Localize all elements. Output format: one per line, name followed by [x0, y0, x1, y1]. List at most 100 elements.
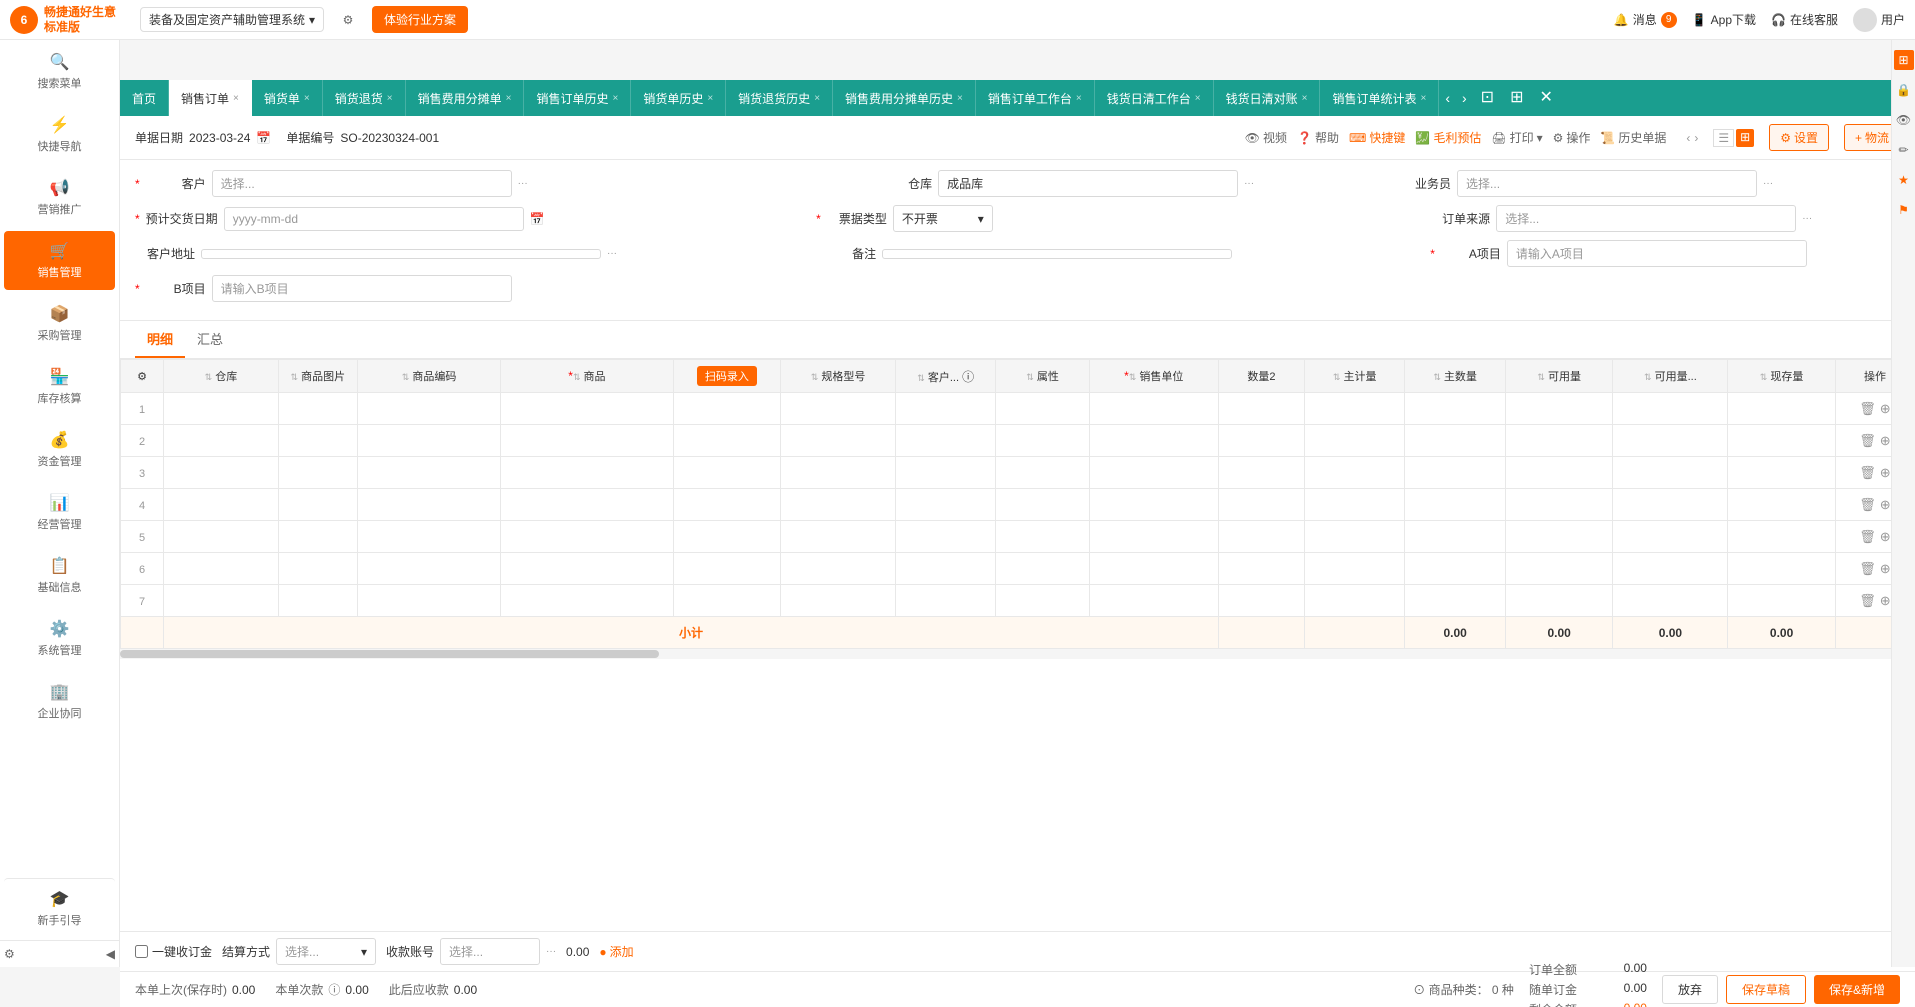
- close-icon[interactable]: ×: [1302, 93, 1308, 104]
- tab-sales-invoice[interactable]: 销货单 ×: [252, 80, 323, 116]
- th-customer-code[interactable]: ⇅ 客户... ⓘ: [895, 360, 995, 393]
- shortcut-action[interactable]: ⌨快捷键: [1349, 129, 1405, 146]
- close-icon[interactable]: ×: [1420, 93, 1426, 104]
- close-icon[interactable]: ×: [233, 93, 239, 104]
- add-payment-btn[interactable]: ● 添加: [599, 943, 633, 960]
- close-icon[interactable]: ×: [814, 93, 820, 104]
- history-action[interactable]: 📜历史单据: [1600, 129, 1666, 146]
- deposit-checkbox-label[interactable]: 一键收订金: [135, 943, 212, 960]
- cell-code-1[interactable]: [357, 393, 501, 425]
- th-warehouse[interactable]: ⇅ 仓库: [164, 360, 279, 393]
- calendar-icon[interactable]: 📅: [256, 131, 271, 145]
- print-action[interactable]: 🖨打印▾: [1491, 129, 1542, 146]
- close-icon[interactable]: ×: [612, 93, 618, 104]
- tab-stats[interactable]: 销售订单统计表 ×: [1320, 80, 1439, 116]
- address-more-icon[interactable]: ···: [607, 248, 617, 259]
- copy-icon[interactable]: ⊕: [1880, 433, 1891, 449]
- cell-product-1[interactable]: [501, 393, 673, 425]
- staff-input[interactable]: 选择...: [1457, 170, 1757, 197]
- view-action[interactable]: 👁视频: [1245, 129, 1287, 146]
- tab-daily-clear[interactable]: 钱货日清工作台 ×: [1095, 80, 1214, 116]
- project-b-input[interactable]: 请输入B项目: [212, 275, 512, 302]
- prev-record-icon[interactable]: ‹: [1686, 131, 1690, 145]
- close-icon[interactable]: ×: [707, 93, 713, 104]
- calendar-icon[interactable]: 📅: [530, 212, 545, 226]
- delete-icon[interactable]: 🗑: [1859, 593, 1876, 609]
- cell-unit-1[interactable]: [1089, 393, 1218, 425]
- right-tool-eye[interactable]: 👁: [1894, 110, 1914, 130]
- sidebar-item-system[interactable]: ⚙️ 系统管理: [4, 609, 115, 668]
- sidebar-item-enterprise[interactable]: 🏢 企业协同: [4, 672, 115, 731]
- tab-sales-order[interactable]: 销售订单 ×: [169, 80, 252, 116]
- sidebar-item-search[interactable]: 🔍 搜索菜单: [4, 42, 115, 101]
- tab-close-all-icon[interactable]: ✕: [1531, 80, 1560, 116]
- th-stock[interactable]: ⇅ 现存量: [1728, 360, 1836, 393]
- card-view-icon[interactable]: ⊞: [1736, 129, 1754, 147]
- right-tool-form[interactable]: ⊞: [1894, 50, 1914, 70]
- th-product[interactable]: *⇅ 商品: [501, 360, 673, 393]
- close-icon[interactable]: ×: [1195, 93, 1201, 104]
- copy-icon[interactable]: ⊕: [1880, 401, 1891, 417]
- delete-icon[interactable]: 🗑: [1859, 433, 1876, 449]
- delete-icon[interactable]: 🗑: [1859, 401, 1876, 417]
- save-new-button[interactable]: 保存&新增: [1814, 975, 1900, 1004]
- cell-spec-1[interactable]: [781, 393, 896, 425]
- remark-input[interactable]: [882, 249, 1232, 259]
- scan-button[interactable]: 扫码录入: [697, 366, 757, 386]
- th-scan[interactable]: 扫码录入: [673, 360, 781, 393]
- tab-prev-btn[interactable]: ‹: [1439, 90, 1456, 106]
- close-icon[interactable]: ×: [506, 93, 512, 104]
- delete-icon[interactable]: 🗑: [1859, 497, 1876, 513]
- close-icon[interactable]: ×: [304, 93, 310, 104]
- save-draft-button[interactable]: 保存草稿: [1726, 975, 1806, 1004]
- tab-order-history[interactable]: 销售订单历史 ×: [524, 80, 631, 116]
- copy-icon[interactable]: ⊕: [1880, 529, 1891, 545]
- tab-expense-split[interactable]: 销售费用分摊单 ×: [406, 80, 525, 116]
- tab-expand-icon[interactable]: ⊡: [1473, 80, 1502, 116]
- address-input[interactable]: [201, 249, 601, 259]
- staff-more-icon[interactable]: ···: [1763, 178, 1773, 189]
- copy-icon[interactable]: ⊕: [1880, 497, 1891, 513]
- order-source-input[interactable]: 选择...: [1496, 205, 1796, 232]
- operation-action[interactable]: ⚙操作: [1553, 129, 1591, 146]
- tab-invoice-history[interactable]: 销货单历史 ×: [631, 80, 726, 116]
- close-icon[interactable]: ×: [1076, 93, 1082, 104]
- right-tool-lock[interactable]: 🔒: [1894, 80, 1914, 100]
- settings-icon[interactable]: ⚙: [334, 6, 362, 34]
- sidebar-collapse-icon[interactable]: ◀: [106, 947, 115, 961]
- tab-workbench[interactable]: 销售订单工作台 ×: [976, 80, 1095, 116]
- tab-next-btn[interactable]: ›: [1456, 90, 1473, 106]
- th-main-unit[interactable]: ⇅ 主计量: [1304, 360, 1404, 393]
- tab-mingxi[interactable]: 明细: [135, 321, 185, 358]
- cell-main-qty-1[interactable]: [1405, 393, 1505, 425]
- tab-grid-icon[interactable]: ⊞: [1502, 80, 1531, 116]
- customer-more-icon[interactable]: ···: [518, 178, 528, 189]
- sidebar-item-inventory[interactable]: 🏪 库存核算: [4, 357, 115, 416]
- deposit-checkbox[interactable]: [135, 945, 148, 958]
- list-view-icon[interactable]: ☰: [1713, 129, 1734, 147]
- sidebar-settings-icon[interactable]: ⚙: [4, 947, 15, 961]
- customer-input[interactable]: 选择...: [212, 170, 512, 197]
- system-selector[interactable]: 装备及固定资产辅助管理系统 ▾: [140, 7, 324, 32]
- order-source-more-icon[interactable]: ···: [1802, 213, 1812, 224]
- tab-return-history[interactable]: 销货退货历史 ×: [726, 80, 833, 116]
- copy-icon[interactable]: ⊕: [1880, 561, 1891, 577]
- delete-icon[interactable]: 🗑: [1859, 465, 1876, 481]
- close-icon[interactable]: ×: [387, 93, 393, 104]
- sidebar-item-base[interactable]: 📋 基础信息: [4, 546, 115, 605]
- th-main-qty[interactable]: ⇅ 主数量: [1405, 360, 1505, 393]
- user-btn[interactable]: 用户: [1853, 8, 1905, 32]
- copy-icon[interactable]: ⊕: [1880, 593, 1891, 609]
- profit-action[interactable]: 💹毛利预估: [1415, 129, 1481, 146]
- sidebar-item-guide[interactable]: ⚡ 快捷导航: [4, 105, 115, 164]
- th-avail[interactable]: ⇅ 可用量: [1505, 360, 1613, 393]
- delete-icon[interactable]: 🗑: [1859, 529, 1876, 545]
- delete-icon[interactable]: 🗑: [1859, 561, 1876, 577]
- help-action[interactable]: ❓帮助: [1297, 129, 1339, 146]
- tab-reconcile[interactable]: 钱货日清对账 ×: [1214, 80, 1321, 116]
- tab-huizong[interactable]: 汇总: [185, 321, 235, 358]
- cell-attr-1[interactable]: [996, 393, 1089, 425]
- account-select[interactable]: 选择...: [440, 938, 540, 965]
- th-avail2[interactable]: ⇅ 可用量...: [1613, 360, 1728, 393]
- th-qty2[interactable]: 数量2: [1218, 360, 1304, 393]
